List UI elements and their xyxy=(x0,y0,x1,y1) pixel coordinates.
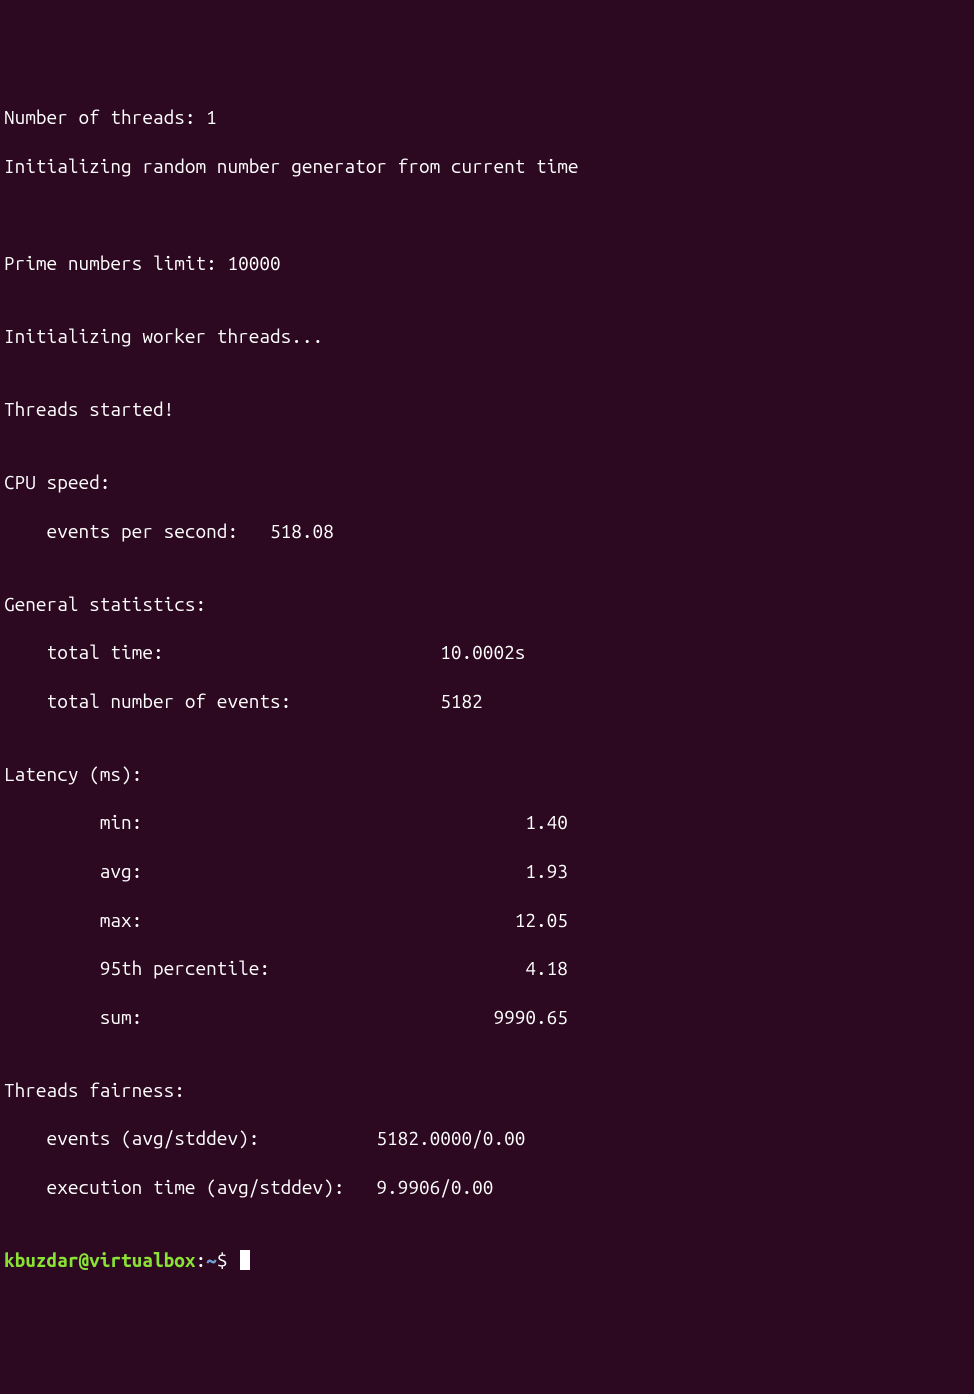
terminal-output-line: 95th percentile: 4.18 xyxy=(4,956,970,980)
prompt-colon: : xyxy=(196,1248,207,1272)
terminal-output-line: Initializing worker threads... xyxy=(4,324,970,348)
terminal-output-line: max: 12.05 xyxy=(4,908,970,932)
terminal-output-line: CPU speed: xyxy=(4,470,970,494)
terminal-prompt[interactable]: kbuzdar@virtualbox:~$ xyxy=(4,1248,970,1272)
prompt-host: virtualbox xyxy=(89,1248,195,1272)
terminal-output-line: Prime numbers limit: 10000 xyxy=(4,251,970,275)
terminal-output-line: Threads fairness: xyxy=(4,1078,970,1102)
terminal-output-line: execution time (avg/stddev): 9.9906/0.00 xyxy=(4,1175,970,1199)
terminal-output-line: total number of events: 5182 xyxy=(4,689,970,713)
cursor-icon xyxy=(240,1250,250,1270)
terminal-output-line: min: 1.40 xyxy=(4,810,970,834)
terminal-output-line: Threads started! xyxy=(4,397,970,421)
terminal-output-line: Number of threads: 1 xyxy=(4,105,970,129)
terminal-output-line: General statistics: xyxy=(4,592,970,616)
prompt-user: kbuzdar xyxy=(4,1248,78,1272)
terminal-output-line: avg: 1.93 xyxy=(4,859,970,883)
terminal-output-line: events per second: 518.08 xyxy=(4,519,970,543)
terminal-output-line: Latency (ms): xyxy=(4,762,970,786)
prompt-at: @ xyxy=(78,1248,89,1272)
prompt-path: ~ xyxy=(206,1248,217,1272)
terminal-output-line: events (avg/stddev): 5182.0000/0.00 xyxy=(4,1126,970,1150)
prompt-dollar: $ xyxy=(217,1248,238,1272)
terminal-output-line: sum: 9990.65 xyxy=(4,1005,970,1029)
terminal-output-line: Initializing random number generator fro… xyxy=(4,154,970,178)
terminal-output-line: total time: 10.0002s xyxy=(4,640,970,664)
